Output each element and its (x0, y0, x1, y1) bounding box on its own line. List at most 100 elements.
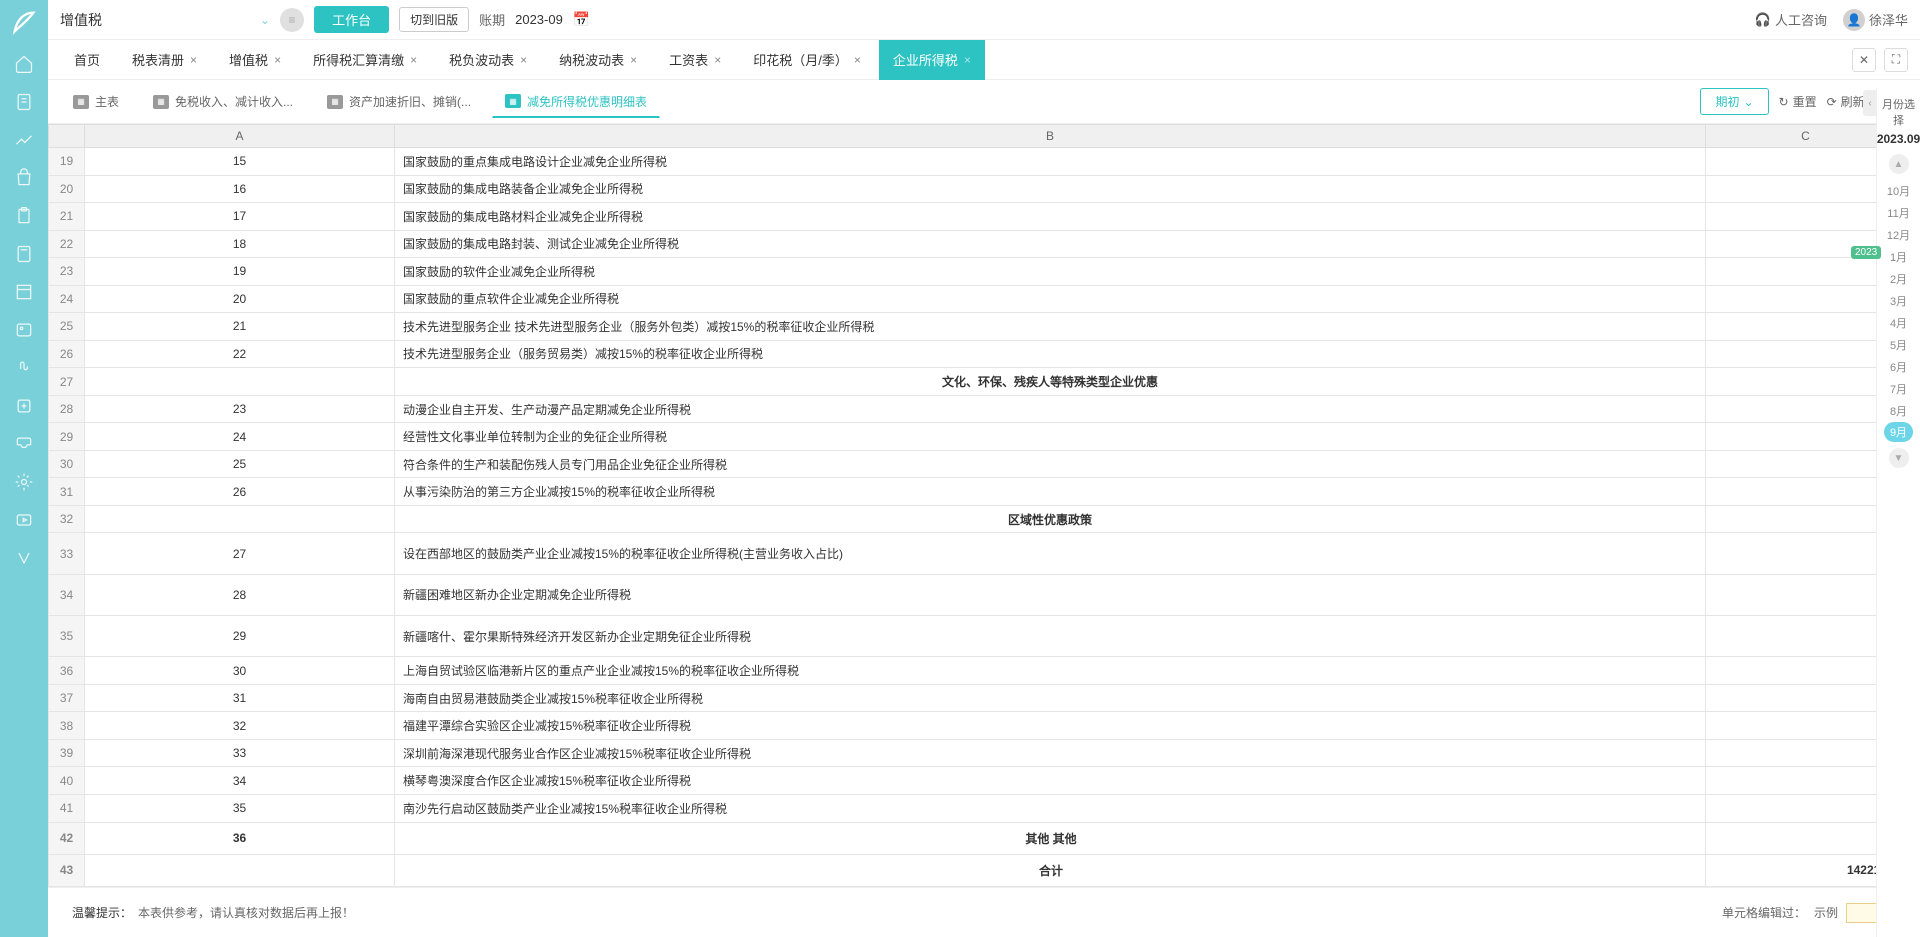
row-number[interactable]: 43 (49, 854, 85, 886)
tab-item[interactable]: 税负波动表× (435, 40, 541, 80)
subtab-item[interactable]: ▦减免所得税优惠明细表 (492, 86, 660, 118)
cell-b[interactable]: 国家鼓励的集成电路封装、测试企业减免企业所得税 (395, 230, 1706, 258)
cell-a[interactable]: 15 (85, 148, 395, 176)
settings-icon[interactable] (14, 472, 34, 492)
cell-a[interactable] (85, 368, 395, 396)
chart-icon[interactable] (14, 130, 34, 150)
table-row[interactable]: 3529新疆喀什、霍尔果斯特殊经济开发区新办企业定期免征企业所得税 (49, 616, 1906, 657)
col-header-b[interactable]: B (395, 125, 1706, 148)
cell-a[interactable]: 19 (85, 258, 395, 286)
cell-b[interactable]: 符合条件的生产和装配伤残人员专门用品企业免征企业所得税 (395, 450, 1706, 478)
subtab-item[interactable]: ▦主表 (60, 86, 132, 117)
table-row[interactable]: 2218国家鼓励的集成电路封装、测试企业减免企业所得税 (49, 230, 1906, 258)
cell-a[interactable]: 24 (85, 423, 395, 451)
month-item[interactable]: 1月 (1878, 246, 1919, 268)
refresh-button[interactable]: ⟳ 刷新 (1827, 93, 1865, 110)
table-row[interactable]: 3630上海自贸试验区临港新片区的重点产业企业减按15%的税率征收企业所得税 (49, 657, 1906, 685)
clipboard-icon[interactable] (14, 206, 34, 226)
cell-b[interactable]: 新疆喀什、霍尔果斯特殊经济开发区新办企业定期免征企业所得税 (395, 616, 1706, 657)
close-icon[interactable]: × (854, 53, 861, 67)
tab-item[interactable]: 纳税波动表× (545, 40, 651, 80)
table-row[interactable]: 1915国家鼓励的重点集成电路设计企业减免企业所得税 (49, 148, 1906, 176)
month-item[interactable]: 8月 (1878, 400, 1919, 422)
cell-a[interactable]: 29 (85, 616, 395, 657)
table-row[interactable]: 3126从事污染防治的第三方企业减按15%的税率征收企业所得税 (49, 478, 1906, 506)
table-row[interactable]: 2117国家鼓励的集成电路材料企业减免企业所得税 (49, 203, 1906, 231)
close-icon[interactable]: × (714, 53, 721, 67)
row-number[interactable]: 37 (49, 684, 85, 712)
cell-a[interactable]: 32 (85, 712, 395, 740)
row-number[interactable]: 27 (49, 368, 85, 396)
template-icon[interactable] (14, 282, 34, 302)
cell-a[interactable]: 18 (85, 230, 395, 258)
cell-a[interactable]: 33 (85, 739, 395, 767)
workbench-button[interactable]: 工作台 (314, 6, 389, 33)
table-row[interactable]: 2420国家鼓励的重点软件企业减免企业所得税 (49, 285, 1906, 313)
image-icon[interactable] (14, 320, 34, 340)
video-icon[interactable] (14, 510, 34, 530)
month-item[interactable]: 7月 (1878, 378, 1919, 400)
close-icon[interactable]: × (964, 53, 971, 67)
export-icon[interactable] (14, 396, 34, 416)
row-number[interactable]: 41 (49, 794, 85, 822)
table-row[interactable]: 3731海南自由贸易港鼓励类企业减按15%税率征收企业所得税 (49, 684, 1906, 712)
cell-a[interactable]: 27 (85, 533, 395, 574)
month-item[interactable]: 5月 (1878, 334, 1919, 356)
switch-old-button[interactable]: 切到旧版 (399, 7, 469, 32)
cell-a[interactable]: 35 (85, 794, 395, 822)
row-number[interactable]: 42 (49, 822, 85, 854)
table-row[interactable]: 4034横琴粤澳深度合作区企业减按15%税率征收企业所得税 (49, 767, 1906, 795)
consult-link[interactable]: 🎧 人工咨询 (1755, 10, 1827, 29)
close-icon[interactable]: × (274, 53, 281, 67)
hand-icon[interactable] (14, 358, 34, 378)
table-row[interactable]: 3025符合条件的生产和装配伤残人员专门用品企业免征企业所得税 (49, 450, 1906, 478)
table-row[interactable]: 3428新疆困难地区新办企业定期减免企业所得税 (49, 574, 1906, 615)
row-number[interactable]: 25 (49, 313, 85, 341)
cell-b[interactable]: 从事污染防治的第三方企业减按15%的税率征收企业所得税 (395, 478, 1706, 506)
row-number[interactable]: 39 (49, 739, 85, 767)
panel-collapse-handle[interactable]: ‹ (1863, 90, 1877, 116)
row-number[interactable]: 26 (49, 340, 85, 368)
cell-b[interactable]: 深圳前海深港现代服务业合作区企业减按15%税率征收企业所得税 (395, 739, 1706, 767)
cell-a[interactable]: 25 (85, 450, 395, 478)
cell-a[interactable]: 31 (85, 684, 395, 712)
scroll-down-icon[interactable]: ▼ (1889, 448, 1909, 468)
scroll-up-icon[interactable]: ▲ (1889, 154, 1909, 174)
title-dropdown-icon[interactable]: ⌄ (260, 13, 270, 27)
row-number[interactable]: 21 (49, 203, 85, 231)
cell-b[interactable]: 福建平潭综合实验区企业减按15%税率征收企业所得税 (395, 712, 1706, 740)
table-row[interactable]: 2016国家鼓励的集成电路装备企业减免企业所得税 (49, 175, 1906, 203)
cell-a[interactable]: 26 (85, 478, 395, 506)
cell-a[interactable]: 22 (85, 340, 395, 368)
period-init-dropdown[interactable]: 期初 ⌄ (1700, 88, 1768, 115)
inbox-icon[interactable] (14, 434, 34, 454)
user-menu[interactable]: 👤 徐泽华 (1843, 9, 1908, 31)
cell-b[interactable]: 动漫企业自主开发、生产动漫产品定期减免企业所得税 (395, 395, 1706, 423)
cell-a[interactable] (85, 505, 395, 533)
table-row[interactable]: 2823动漫企业自主开发、生产动漫产品定期减免企业所得税 (49, 395, 1906, 423)
calendar-icon[interactable]: 📅 (573, 11, 590, 28)
close-icon[interactable]: × (410, 53, 417, 67)
month-item[interactable]: 10月 (1887, 180, 1910, 202)
row-number[interactable]: 31 (49, 478, 85, 506)
cell-a[interactable]: 28 (85, 574, 395, 615)
cell-b[interactable]: 上海自贸试验区临港新片区的重点产业企业减按15%的税率征收企业所得税 (395, 657, 1706, 685)
close-icon[interactable]: × (520, 53, 527, 67)
cell-a[interactable]: 30 (85, 657, 395, 685)
month-item[interactable]: 12月 (1887, 224, 1910, 246)
calculator-icon[interactable] (14, 244, 34, 264)
month-item[interactable]: 4月 (1878, 312, 1919, 334)
bag-icon[interactable] (14, 168, 34, 188)
cell-a[interactable]: 20 (85, 285, 395, 313)
cell-b[interactable]: 国家鼓励的重点软件企业减免企业所得税 (395, 285, 1706, 313)
row-number[interactable]: 40 (49, 767, 85, 795)
table-row[interactable]: 4236其他 其他 (49, 822, 1906, 854)
cell-a[interactable]: 34 (85, 767, 395, 795)
cell-b[interactable]: 合计 (395, 854, 1706, 886)
cell-b[interactable]: 国家鼓励的集成电路材料企业减免企业所得税 (395, 203, 1706, 231)
table-row[interactable]: 32区域性优惠政策 (49, 505, 1906, 533)
cell-b[interactable]: 经营性文化事业单位转制为企业的免征企业所得税 (395, 423, 1706, 451)
expand-icon[interactable]: ⛶ (1884, 48, 1908, 72)
subtab-item[interactable]: ▦资产加速折旧、摊销(... (314, 86, 484, 117)
row-number[interactable]: 28 (49, 395, 85, 423)
